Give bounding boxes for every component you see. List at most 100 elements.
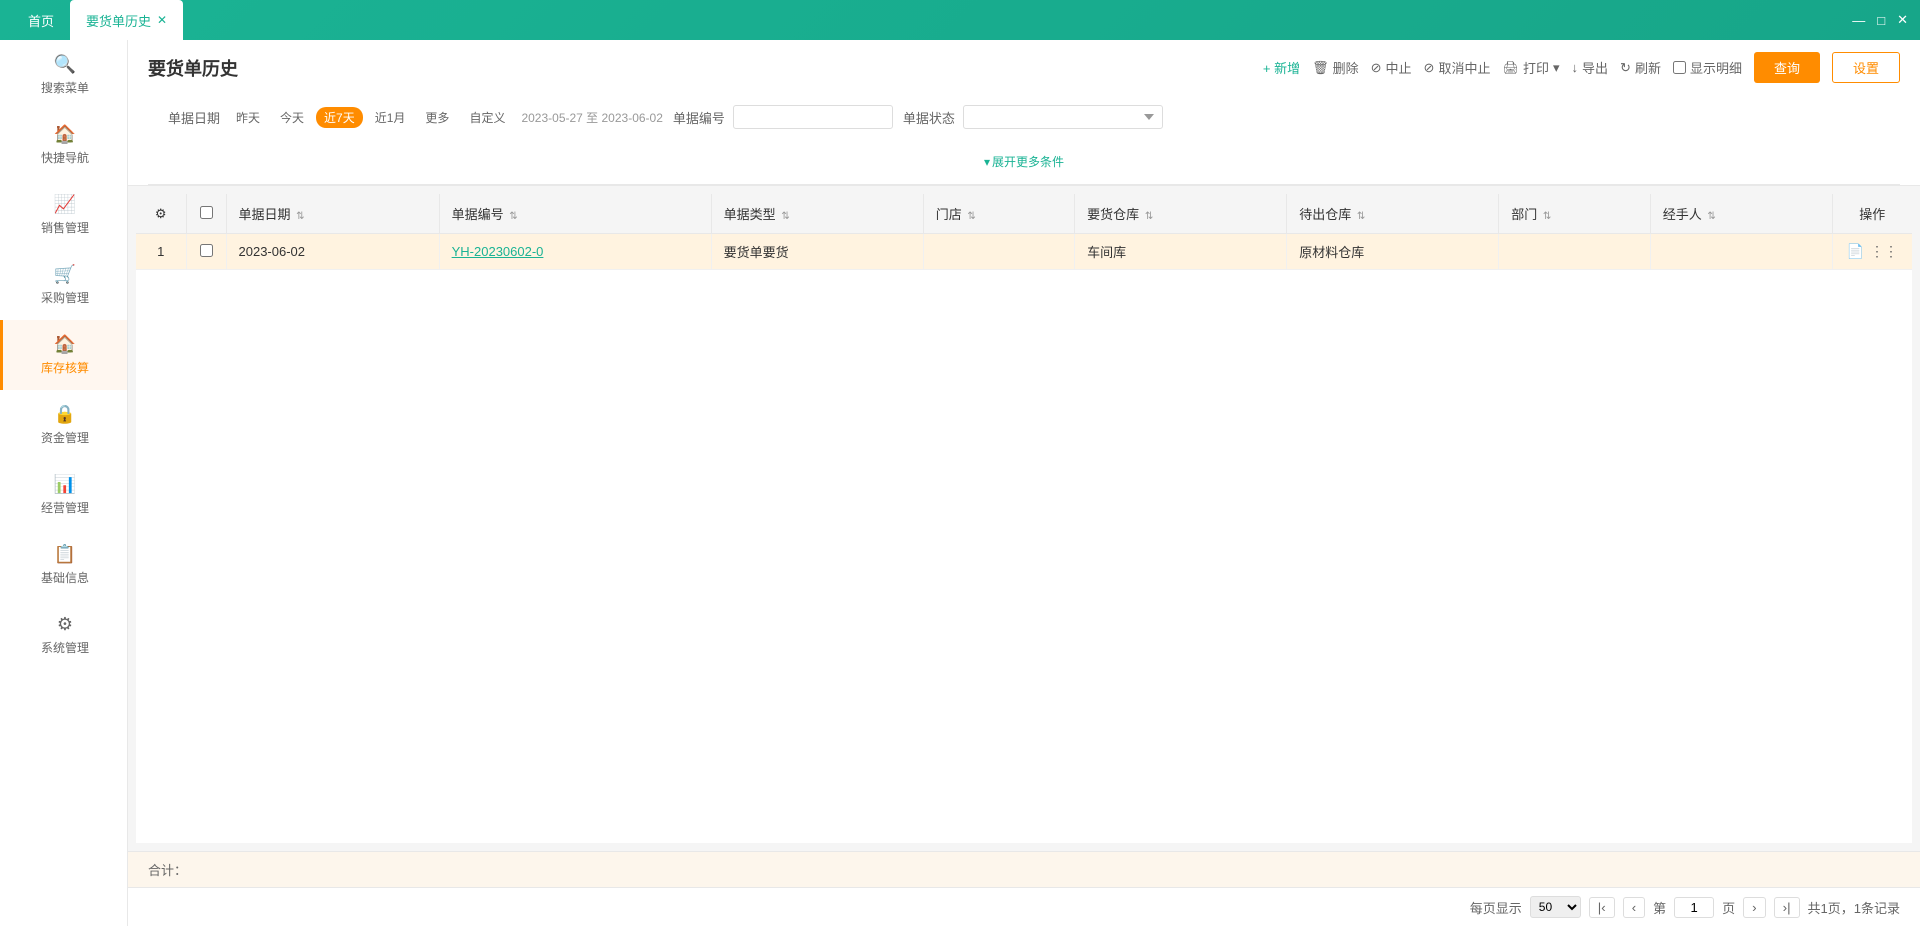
- page-size-select[interactable]: 50 10 20 100: [1530, 896, 1581, 918]
- close-tab-icon[interactable]: ✕: [157, 13, 167, 27]
- search-menu-icon: 🔍: [54, 54, 76, 75]
- td-dept: [1499, 234, 1650, 270]
- sidebar-item-quick-nav[interactable]: 🏠 快捷导航: [0, 110, 127, 180]
- th-pending-warehouse[interactable]: 待出仓库 ⇅: [1287, 194, 1499, 234]
- close-btn[interactable]: ✕: [1897, 12, 1908, 28]
- query-button[interactable]: 查询: [1754, 52, 1820, 83]
- sidebar-item-label: 库存核算: [41, 359, 89, 376]
- maximize-btn[interactable]: □: [1877, 13, 1885, 28]
- first-page-btn[interactable]: |‹: [1589, 897, 1615, 918]
- expand-more-icon: ▾: [984, 155, 990, 169]
- sort-pending-wh-icon: ⇅: [1357, 211, 1365, 222]
- sidebar-item-sales[interactable]: 📈 销售管理: [0, 180, 127, 250]
- sort-dept-icon: ⇅: [1543, 211, 1551, 222]
- date-btn-1month[interactable]: 近1月: [367, 107, 414, 128]
- inventory-icon: 🏠: [54, 334, 76, 355]
- table-container: ⚙ 单据日期 ⇅ 单据编号 ⇅ 单据类型: [136, 194, 1912, 843]
- td-checkbox: [186, 234, 226, 270]
- sidebar-item-system[interactable]: ⚙ 系统管理: [0, 600, 127, 670]
- operations-icon: 📊: [54, 474, 76, 495]
- sidebar-item-finance[interactable]: 🔒 资金管理: [0, 390, 127, 460]
- td-store: [923, 234, 1074, 270]
- display-detail-toggle[interactable]: 显示明细: [1673, 58, 1742, 77]
- status-filter-group: 单据状态: [903, 105, 1163, 129]
- sort-store-icon: ⇅: [967, 211, 975, 222]
- select-all-checkbox[interactable]: [200, 206, 213, 219]
- setting-button[interactable]: 设置: [1832, 52, 1900, 83]
- basic-info-icon: 📋: [54, 544, 76, 565]
- docno-filter-group: 单据编号: [673, 105, 893, 129]
- doc-no-link[interactable]: YH-20230602-0: [452, 244, 544, 259]
- tab-requisition-history[interactable]: 要货单历史 ✕: [70, 0, 183, 40]
- th-store[interactable]: 门店 ⇅: [923, 194, 1074, 234]
- th-doc-date[interactable]: 单据日期 ⇅: [226, 194, 439, 234]
- refresh-button[interactable]: ↻ 刷新: [1620, 58, 1661, 77]
- page-title: 要货单历史: [148, 55, 238, 81]
- page-title-row: 要货单历史 + 新增 🗑 删除 ⊘ 中止 ⊘ 取消中止: [148, 52, 1900, 83]
- th-dept[interactable]: 部门 ⇅: [1499, 194, 1650, 234]
- expand-more-btn[interactable]: ▾ 展开更多条件: [984, 153, 1064, 170]
- cancel-stop-button[interactable]: ⊘ 取消中止: [1424, 58, 1491, 77]
- page-label: 第: [1653, 898, 1666, 917]
- th-checkbox: [186, 194, 226, 234]
- more-op-btn[interactable]: ⋮⋮: [1870, 243, 1898, 260]
- status-select[interactable]: [963, 105, 1163, 129]
- display-detail-checkbox[interactable]: [1673, 61, 1686, 74]
- page-size-label: 每页显示: [1470, 898, 1522, 917]
- status-label: 单据状态: [903, 108, 955, 127]
- sidebar-item-label: 销售管理: [41, 219, 89, 236]
- date-btn-more[interactable]: 更多: [417, 107, 457, 128]
- view-op-btn[interactable]: 📄: [1847, 243, 1864, 260]
- filter-area: 单据日期 昨天 今天 近7天 近1月 更多 自定义 2023-05-27 至 2…: [148, 95, 1900, 185]
- th-settings[interactable]: ⚙: [136, 194, 186, 234]
- row-checkbox[interactable]: [200, 244, 213, 257]
- finance-icon: 🔒: [54, 404, 76, 425]
- last-page-btn[interactable]: ›|: [1774, 897, 1800, 918]
- sidebar-item-operations[interactable]: 📊 经营管理: [0, 460, 127, 530]
- minimize-btn[interactable]: —: [1852, 13, 1865, 28]
- page-input[interactable]: [1674, 897, 1714, 918]
- export-button[interactable]: ↓ 导出: [1572, 58, 1609, 77]
- prev-page-btn[interactable]: ‹: [1623, 897, 1645, 918]
- print-button[interactable]: 🖨 打印 ▾: [1502, 58, 1559, 77]
- date-btn-yesterday[interactable]: 昨天: [228, 107, 268, 128]
- cancel-stop-icon: ⊘: [1424, 60, 1435, 76]
- td-doc-no[interactable]: YH-20230602-0: [439, 234, 711, 270]
- date-btn-today[interactable]: 今天: [272, 107, 312, 128]
- tab-label: 要货单历史: [86, 11, 151, 30]
- tab-home[interactable]: 首页: [12, 0, 70, 40]
- date-range: 2023-05-27 至 2023-06-02: [521, 109, 662, 126]
- sort-doc-type-icon: ⇅: [781, 211, 789, 222]
- sidebar-item-search-menu[interactable]: 🔍 搜索菜单: [0, 40, 127, 110]
- th-req-warehouse[interactable]: 要货仓库 ⇅: [1075, 194, 1287, 234]
- sort-req-wh-icon: ⇅: [1145, 211, 1153, 222]
- sidebar: 🔍 搜索菜单 🏠 快捷导航 📈 销售管理 🛒 采购管理 🏠 库存核算 🔒 资金管…: [0, 40, 128, 926]
- table-header-row: ⚙ 单据日期 ⇅ 单据编号 ⇅ 单据类型: [136, 194, 1912, 234]
- docno-input[interactable]: [733, 105, 893, 129]
- date-btn-custom[interactable]: 自定义: [461, 107, 513, 128]
- sidebar-item-basic-info[interactable]: 📋 基础信息: [0, 530, 127, 600]
- delete-button[interactable]: 🗑 删除: [1312, 58, 1359, 77]
- sidebar-item-label: 采购管理: [41, 289, 89, 306]
- content-area: 要货单历史 + 新增 🗑 删除 ⊘ 中止 ⊘ 取消中止: [128, 40, 1920, 926]
- td-handler: [1650, 234, 1832, 270]
- date-btn-7days[interactable]: 近7天: [316, 107, 363, 128]
- new-button[interactable]: + 新增: [1263, 58, 1300, 77]
- th-doc-no[interactable]: 单据编号 ⇅: [439, 194, 711, 234]
- next-page-btn[interactable]: ›: [1743, 897, 1765, 918]
- sidebar-item-inventory[interactable]: 🏠 库存核算: [0, 320, 127, 390]
- top-nav: 首页 要货单历史 ✕ — □ ✕: [0, 0, 1920, 40]
- page-header: 要货单历史 + 新增 🗑 删除 ⊘ 中止 ⊘ 取消中止: [128, 40, 1920, 186]
- date-btns: 昨天 今天 近7天 近1月 更多 自定义: [228, 107, 513, 128]
- sidebar-item-purchase[interactable]: 🛒 采购管理: [0, 250, 127, 320]
- total-label: 合计：: [148, 863, 187, 878]
- stop-button[interactable]: ⊘ 中止: [1371, 58, 1412, 77]
- sidebar-item-label: 搜索菜单: [41, 79, 89, 96]
- th-doc-type[interactable]: 单据类型 ⇅: [711, 194, 923, 234]
- system-icon: ⚙: [57, 614, 73, 635]
- table-footer: 合计：: [128, 851, 1920, 887]
- th-handler[interactable]: 经手人 ⇅: [1650, 194, 1832, 234]
- stop-icon: ⊘: [1371, 60, 1382, 76]
- op-btns: 📄 ⋮⋮: [1845, 243, 1901, 260]
- date-filter-label: 单据日期: [168, 108, 220, 127]
